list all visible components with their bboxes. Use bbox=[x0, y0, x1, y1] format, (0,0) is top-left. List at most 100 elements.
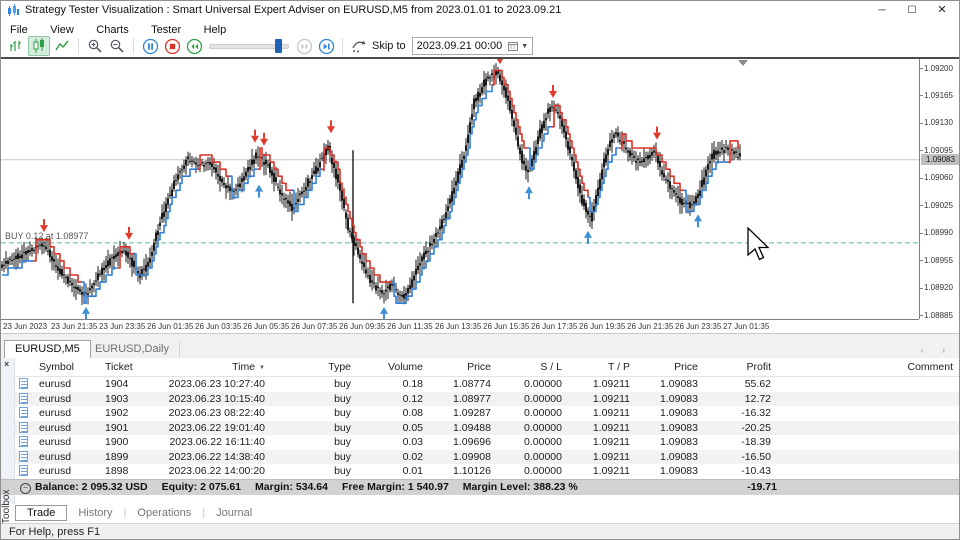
table-row[interactable]: eurusd19022023.06.23 08:22:40buy0.081.09… bbox=[15, 406, 960, 421]
zoom-in-button[interactable] bbox=[85, 37, 105, 55]
maximize-button[interactable]: ☐ bbox=[897, 1, 927, 20]
tab-journal[interactable]: Journal bbox=[205, 506, 263, 520]
cell-sl: 0.00000 bbox=[499, 464, 570, 479]
dropdown-caret-icon: ▼ bbox=[521, 43, 528, 50]
header-time[interactable]: Time▼ bbox=[161, 358, 273, 376]
bar-chart-mode-button[interactable] bbox=[6, 37, 26, 55]
speed-slider-handle[interactable] bbox=[275, 39, 282, 53]
cell-ticket: 1902 bbox=[101, 406, 161, 421]
cell-sl: 0.00000 bbox=[499, 421, 570, 436]
table-row[interactable]: eurusd19012023.06.22 19:01:40buy0.051.09… bbox=[15, 421, 960, 436]
pause-button[interactable] bbox=[140, 37, 160, 55]
cell-tp: 1.09211 bbox=[570, 377, 638, 392]
total-profit: -19.71 bbox=[747, 481, 777, 493]
skip-jump-button[interactable] bbox=[349, 37, 369, 55]
cell-comment bbox=[779, 450, 960, 465]
tab-history[interactable]: History bbox=[67, 506, 123, 520]
header-profit[interactable]: Profit bbox=[706, 358, 779, 376]
line-chart-mode-button[interactable] bbox=[52, 37, 72, 55]
table-row[interactable]: eurusd18992023.06.22 14:38:40buy0.021.09… bbox=[15, 450, 960, 465]
cell-volume: 0.18 bbox=[359, 377, 431, 392]
header-price-open[interactable]: Price bbox=[431, 358, 499, 376]
cell-time: 2023.06.22 14:38:40 bbox=[161, 450, 273, 465]
trade-table-header: Symbol Ticket Time▼ Type Volume Price S … bbox=[15, 358, 960, 377]
header-sl[interactable]: S / L bbox=[499, 358, 570, 376]
order-doc-icon bbox=[15, 464, 35, 479]
cell-time: 2023.06.22 19:01:40 bbox=[161, 421, 273, 436]
toolbox-close-button[interactable]: × bbox=[4, 359, 9, 369]
title-bar: Strategy Tester Visualization : Smart Un… bbox=[1, 1, 959, 20]
header-comment[interactable]: Comment bbox=[779, 358, 960, 376]
header-price-current[interactable]: Price bbox=[638, 358, 706, 376]
price-tick-mark bbox=[920, 150, 923, 151]
tab-operations[interactable]: Operations bbox=[126, 506, 202, 520]
time-axis[interactable]: 23 Jun 202323 Jun 21:3523 Jun 23:3526 Ju… bbox=[1, 319, 919, 333]
skip-to-end-button[interactable] bbox=[316, 37, 336, 55]
rewind-button[interactable] bbox=[184, 37, 204, 55]
cell-type: buy bbox=[273, 377, 359, 392]
price-tick-mark bbox=[920, 260, 923, 261]
cell-comment bbox=[779, 406, 960, 421]
chart-canvas[interactable]: BUY 0.12 at 1.08977 bbox=[1, 59, 919, 319]
window-title: Strategy Tester Visualization : Smart Un… bbox=[25, 4, 561, 16]
cell-symbol: eurusd bbox=[35, 421, 101, 436]
app-icon bbox=[7, 4, 20, 17]
mouse-cursor bbox=[747, 227, 773, 263]
time-tick-label: 26 Jun 03:35 bbox=[195, 322, 241, 331]
skip-to-label: Skip to bbox=[372, 40, 406, 52]
table-row[interactable]: eurusd19032023.06.23 10:15:40buy0.121.08… bbox=[15, 392, 960, 407]
order-doc-icon bbox=[15, 450, 35, 465]
skip-to-date-input[interactable]: 2023.09.21 00:00 ▼ bbox=[412, 37, 534, 55]
time-tick-label: 26 Jun 07:35 bbox=[291, 322, 337, 331]
cell-time: 2023.06.22 14:00:20 bbox=[161, 464, 273, 479]
cell-volume: 0.05 bbox=[359, 421, 431, 436]
price-tick-label: 1.08885 bbox=[924, 311, 953, 320]
chart-tab-eurusd-m5[interactable]: EURUSD,M5 bbox=[4, 340, 91, 358]
tab-trade[interactable]: Trade bbox=[15, 505, 67, 521]
time-tick-label: 26 Jun 01:35 bbox=[147, 322, 193, 331]
cell-price: 1.09696 bbox=[431, 435, 499, 450]
close-button[interactable]: ✕ bbox=[927, 1, 957, 20]
price-axis[interactable]: 1.092001.091651.091301.090951.090601.090… bbox=[919, 59, 960, 319]
candle-chart-mode-button[interactable] bbox=[28, 36, 50, 56]
header-icon-col bbox=[15, 358, 35, 376]
cell-price: 1.09488 bbox=[431, 421, 499, 436]
table-row[interactable]: eurusd18982023.06.22 14:00:20buy0.011.10… bbox=[15, 464, 960, 479]
stop-button[interactable] bbox=[162, 37, 182, 55]
candlestick-icon bbox=[31, 38, 47, 54]
cell-ticket: 1904 bbox=[101, 377, 161, 392]
chart-tab-eurusd-daily[interactable]: EURUSD,Daily bbox=[85, 341, 180, 358]
cell-type: buy bbox=[273, 392, 359, 407]
price-tick-label: 1.09165 bbox=[924, 91, 953, 100]
header-symbol[interactable]: Symbol bbox=[35, 358, 101, 376]
time-tick-label: 23 Jun 23:35 bbox=[99, 322, 145, 331]
cell-tp: 1.09211 bbox=[570, 406, 638, 421]
price-tick-mark bbox=[920, 95, 923, 96]
cell-profit: -16.50 bbox=[706, 450, 779, 465]
header-volume[interactable]: Volume bbox=[359, 358, 431, 376]
tab-scroll-arrows[interactable]: ‹ › bbox=[921, 345, 954, 355]
bar-chart-icon bbox=[8, 38, 24, 54]
time-tick-label: 26 Jun 21:35 bbox=[627, 322, 673, 331]
collapse-icon[interactable]: − bbox=[20, 483, 31, 494]
table-row[interactable]: eurusd19042023.06.23 10:27:40buy0.181.08… bbox=[15, 377, 960, 392]
header-ticket[interactable]: Ticket bbox=[101, 358, 161, 376]
minimize-button[interactable]: ─ bbox=[867, 1, 897, 20]
fast-forward-button[interactable] bbox=[294, 37, 314, 55]
cell-price2: 1.09083 bbox=[638, 450, 706, 465]
header-type[interactable]: Type bbox=[273, 358, 359, 376]
zoom-in-icon bbox=[87, 38, 103, 54]
table-row[interactable]: eurusd19002023.06.22 16:11:40buy0.031.09… bbox=[15, 435, 960, 450]
balance-item: Balance: 2 095.32 USD bbox=[35, 481, 148, 493]
order-doc-icon bbox=[15, 406, 35, 421]
speed-slider[interactable] bbox=[209, 44, 289, 49]
cell-time: 2023.06.23 08:22:40 bbox=[161, 406, 273, 421]
cell-type: buy bbox=[273, 421, 359, 436]
candlestick-chart: BUY 0.12 at 1.08977 bbox=[1, 59, 919, 319]
cell-tp: 1.09211 bbox=[570, 421, 638, 436]
cell-time: 2023.06.23 10:27:40 bbox=[161, 377, 273, 392]
cell-profit: 12.72 bbox=[706, 392, 779, 407]
header-tp[interactable]: T / P bbox=[570, 358, 638, 376]
cell-volume: 0.03 bbox=[359, 435, 431, 450]
zoom-out-button[interactable] bbox=[107, 37, 127, 55]
